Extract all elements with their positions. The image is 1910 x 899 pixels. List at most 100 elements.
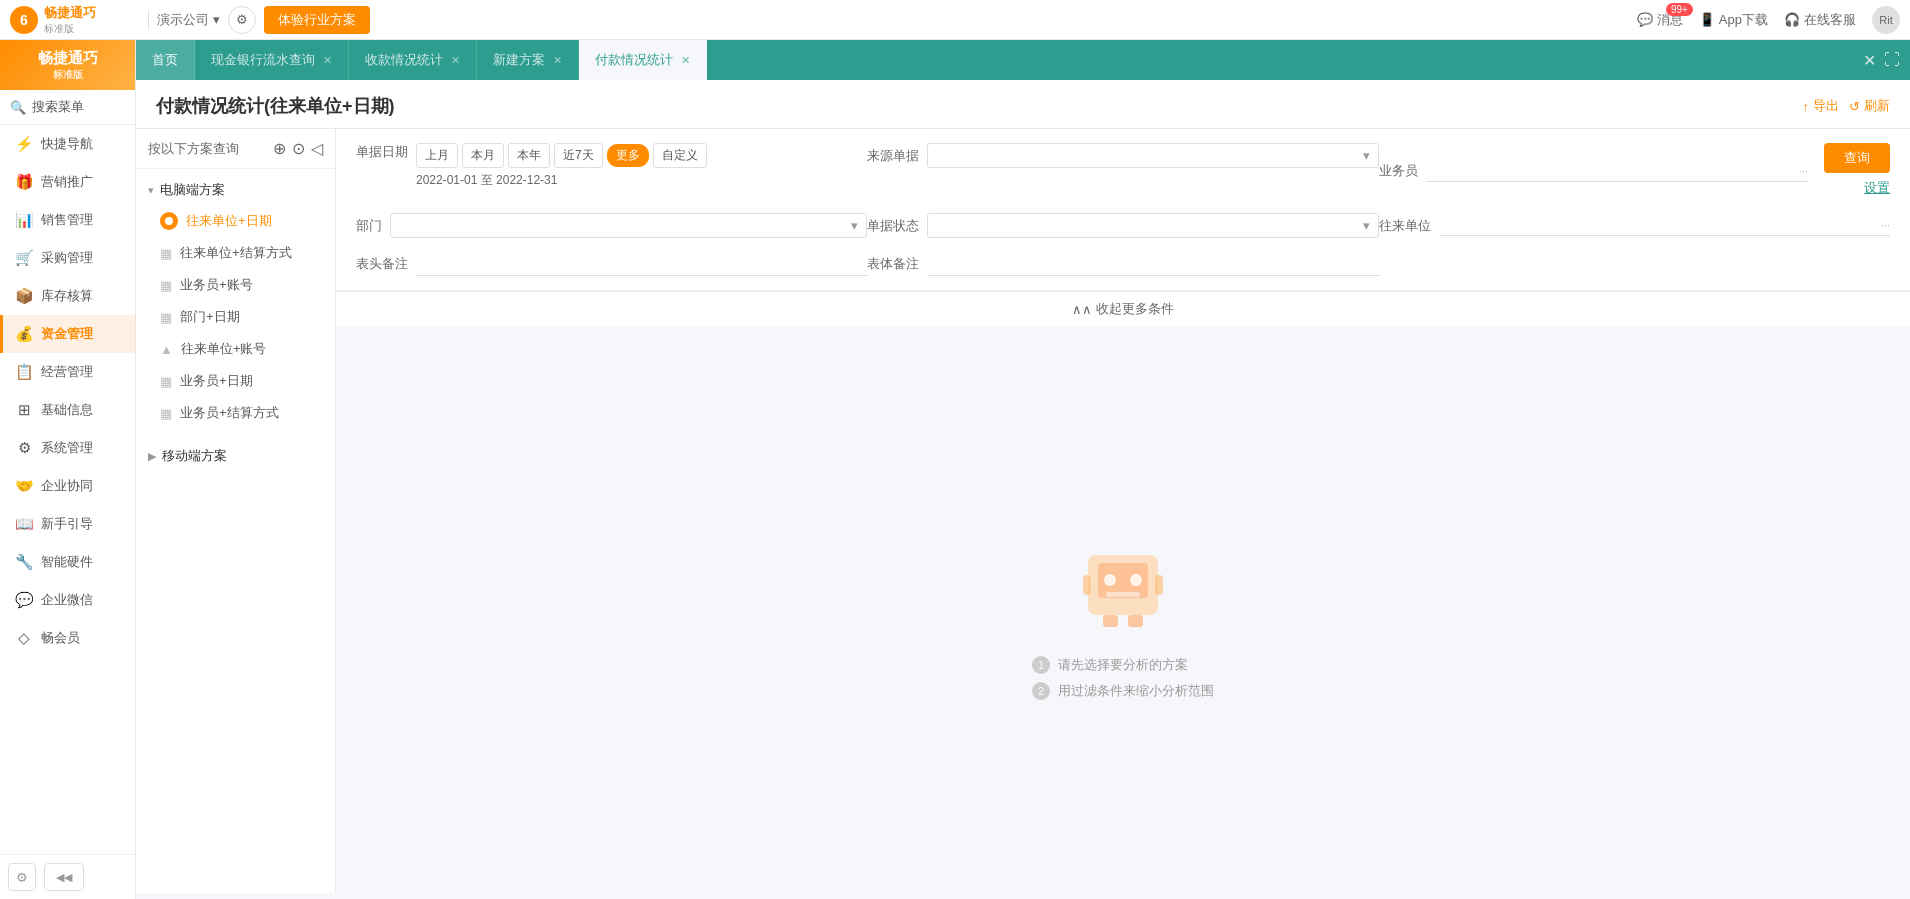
query-button[interactable]: 查询 <box>1824 143 1890 173</box>
tab-payments-close-icon[interactable]: ✕ <box>681 54 690 67</box>
top-bar-right: 💬 消息 99+ 📱 App下载 🎧 在线客服 Rit <box>1637 6 1900 34</box>
salesman-label: 业务员 <box>1379 162 1418 180</box>
body-remark-label: 表体备注 <box>867 255 919 273</box>
scheme-desktop-section-header[interactable]: ▾ 电脑端方案 <box>136 175 335 205</box>
source-select[interactable]: ▾ <box>927 143 1378 168</box>
content-area: 首页 现金银行流水查询 ✕ 收款情况统计 ✕ 新建方案 ✕ 付款情况统计 ✕ <box>136 40 1910 899</box>
scheme-desktop-section: ▾ 电脑端方案 往来单位+日期 ▦ <box>136 169 335 435</box>
clipboard-icon: 📋 <box>15 363 33 381</box>
refresh-icon: ↺ <box>1849 99 1860 114</box>
tab-new[interactable]: 新建方案 ✕ <box>477 40 579 80</box>
date-btn-last-month[interactable]: 上月 <box>416 143 458 168</box>
tab-bank-close-icon[interactable]: ✕ <box>323 54 332 67</box>
divider <box>148 10 149 30</box>
collapse-sidebar-icon: ◀◀ <box>56 871 72 884</box>
tab-payments[interactable]: 付款情况统计 ✕ <box>579 40 707 80</box>
scheme-item-dept-date[interactable]: ▦ 部门+日期 <box>136 301 335 333</box>
scheme-item-label: 往来单位+日期 <box>186 212 272 230</box>
sidebar-item-label: 企业协同 <box>41 477 93 495</box>
sidebar-item-nav[interactable]: ⚡ 快捷导航 <box>0 125 135 163</box>
scheme-item-label: 往来单位+账号 <box>181 340 267 358</box>
sidebar-item-marketing[interactable]: 🎁 营销推广 <box>0 163 135 201</box>
scheme-item-unit-date[interactable]: 往来单位+日期 <box>136 205 335 237</box>
counterparty-label: 往来单位 <box>1379 217 1431 235</box>
header-remark-label: 表头备注 <box>356 255 408 273</box>
page-header-actions: ↑ 导出 ↺ 刷新 <box>1803 97 1891 115</box>
scheme-collapse-button[interactable]: ◁ <box>311 139 323 158</box>
body-remark-input[interactable] <box>927 252 1378 276</box>
tab-receipts[interactable]: 收款情况统计 ✕ <box>349 40 477 80</box>
online-service-button[interactable]: 🎧 在线客服 <box>1784 11 1856 29</box>
tip-num-2: 2 <box>1032 682 1050 700</box>
settings-button[interactable]: ⚙ <box>228 6 256 34</box>
scheme-settings-button[interactable]: ⊙ <box>292 139 305 158</box>
dept-label: 部门 <box>356 217 382 235</box>
source-label: 来源单据 <box>867 147 919 165</box>
date-btn-7days[interactable]: 近7天 <box>554 143 603 168</box>
doc-status-select[interactable]: ▾ <box>927 213 1378 238</box>
sidebar-item-management[interactable]: 📋 经营管理 <box>0 353 135 391</box>
sidebar-item-hardware[interactable]: 🔧 智能硬件 <box>0 543 135 581</box>
tab-home[interactable]: 首页 <box>136 40 195 80</box>
tab-receipts-label: 收款情况统计 <box>365 51 443 69</box>
sidebar-item-purchase[interactable]: 🛒 采购管理 <box>0 239 135 277</box>
sidebar-item-guide[interactable]: 📖 新手引导 <box>0 505 135 543</box>
sidebar-settings-button[interactable]: ⚙ <box>8 863 36 891</box>
filter-doc-status-field: 单据状态 ▾ <box>867 213 1378 238</box>
sidebar-item-finance[interactable]: 💰 资金管理 <box>0 315 135 353</box>
refresh-button[interactable]: ↺ 刷新 <box>1849 97 1890 115</box>
setting-link[interactable]: 设置 <box>1864 177 1890 199</box>
tab-bank[interactable]: 现金银行流水查询 ✕ <box>195 40 349 80</box>
scheme-mobile-section-header[interactable]: ▶ 移动端方案 <box>136 441 335 471</box>
sidebar-bottom: ⚙ ◀◀ <box>0 854 135 899</box>
sidebar-item-collab[interactable]: 🤝 企业协同 <box>0 467 135 505</box>
company-selector[interactable]: 演示公司 ▾ <box>157 11 220 29</box>
dept-select[interactable]: ▾ <box>390 213 867 238</box>
tab-receipts-close-icon[interactable]: ✕ <box>451 54 460 67</box>
tip-1-text: 请先选择要分析的方案 <box>1058 656 1188 674</box>
scheme-item-icon: ▦ <box>160 310 172 325</box>
sidebar-collapse-button[interactable]: ◀◀ <box>44 863 84 891</box>
collapse-button[interactable]: ∧∧ 收起更多条件 <box>336 292 1910 326</box>
scheme-item-label: 业务员+日期 <box>180 372 253 390</box>
sidebar-item-search[interactable]: 🔍 搜索菜单 <box>0 90 135 125</box>
sidebar-item-label: 库存核算 <box>41 287 93 305</box>
avatar[interactable]: Rit <box>1872 6 1900 34</box>
sidebar-item-inventory[interactable]: 📦 库存核算 <box>0 277 135 315</box>
trial-button[interactable]: 体验行业方案 <box>264 6 370 34</box>
right-panel: 单据日期 上月 本月 本年 近7天 更多 自定义 <box>336 129 1910 893</box>
scheme-item-unit-settlement[interactable]: ▦ 往来单位+结算方式 <box>136 237 335 269</box>
date-btn-this-month[interactable]: 本月 <box>462 143 504 168</box>
export-button[interactable]: ↑ 导出 <box>1803 97 1840 115</box>
guide-icon: 📖 <box>15 515 33 533</box>
header-remark-input[interactable] <box>416 252 867 276</box>
salesman-ellipsis-icon: ··· <box>1799 165 1808 177</box>
messages-button[interactable]: 💬 消息 99+ <box>1637 11 1683 29</box>
date-btn-this-year[interactable]: 本年 <box>508 143 550 168</box>
doc-status-label: 单据状态 <box>867 217 919 235</box>
sidebar-item-label: 快捷导航 <box>41 135 93 153</box>
sidebar-item-member[interactable]: ◇ 畅会员 <box>0 619 135 657</box>
scheme-item-salesman-date[interactable]: ▦ 业务员+日期 <box>136 365 335 397</box>
date-btn-custom[interactable]: 自定义 <box>653 143 707 168</box>
scheme-item-unit-account[interactable]: ▲ 往来单位+账号 <box>136 333 335 365</box>
tab-payments-label: 付款情况统计 <box>595 51 673 69</box>
active-dot-inner <box>165 217 173 225</box>
tab-new-close-icon[interactable]: ✕ <box>553 54 562 67</box>
scheme-item-salesman-settlement[interactable]: ▦ 业务员+结算方式 <box>136 397 335 429</box>
scheme-add-button[interactable]: ⊕ <box>273 139 286 158</box>
sidebar-item-sales[interactable]: 📊 销售管理 <box>0 201 135 239</box>
sidebar-item-system[interactable]: ⚙ 系统管理 <box>0 429 135 467</box>
app-download-button[interactable]: 📱 App下载 <box>1699 11 1768 29</box>
sidebar-item-label: 智能硬件 <box>41 553 93 571</box>
logo-sub: 标准版 <box>44 22 96 36</box>
sidebar-item-wechat[interactable]: 💬 企业微信 <box>0 581 135 619</box>
date-btn-more[interactable]: 更多 <box>607 144 649 167</box>
filter-area: 单据日期 上月 本月 本年 近7天 更多 自定义 <box>336 129 1910 291</box>
sidebar-item-basic[interactable]: ⊞ 基础信息 <box>0 391 135 429</box>
scheme-item-salesman-account[interactable]: ▦ 业务员+账号 <box>136 269 335 301</box>
tab-maximize-icon[interactable]: ⛶ <box>1884 51 1900 69</box>
gear-icon: ⚙ <box>236 12 248 27</box>
tab-close-all-icon[interactable]: ✕ <box>1863 51 1876 70</box>
box-icon: 📦 <box>15 287 33 305</box>
